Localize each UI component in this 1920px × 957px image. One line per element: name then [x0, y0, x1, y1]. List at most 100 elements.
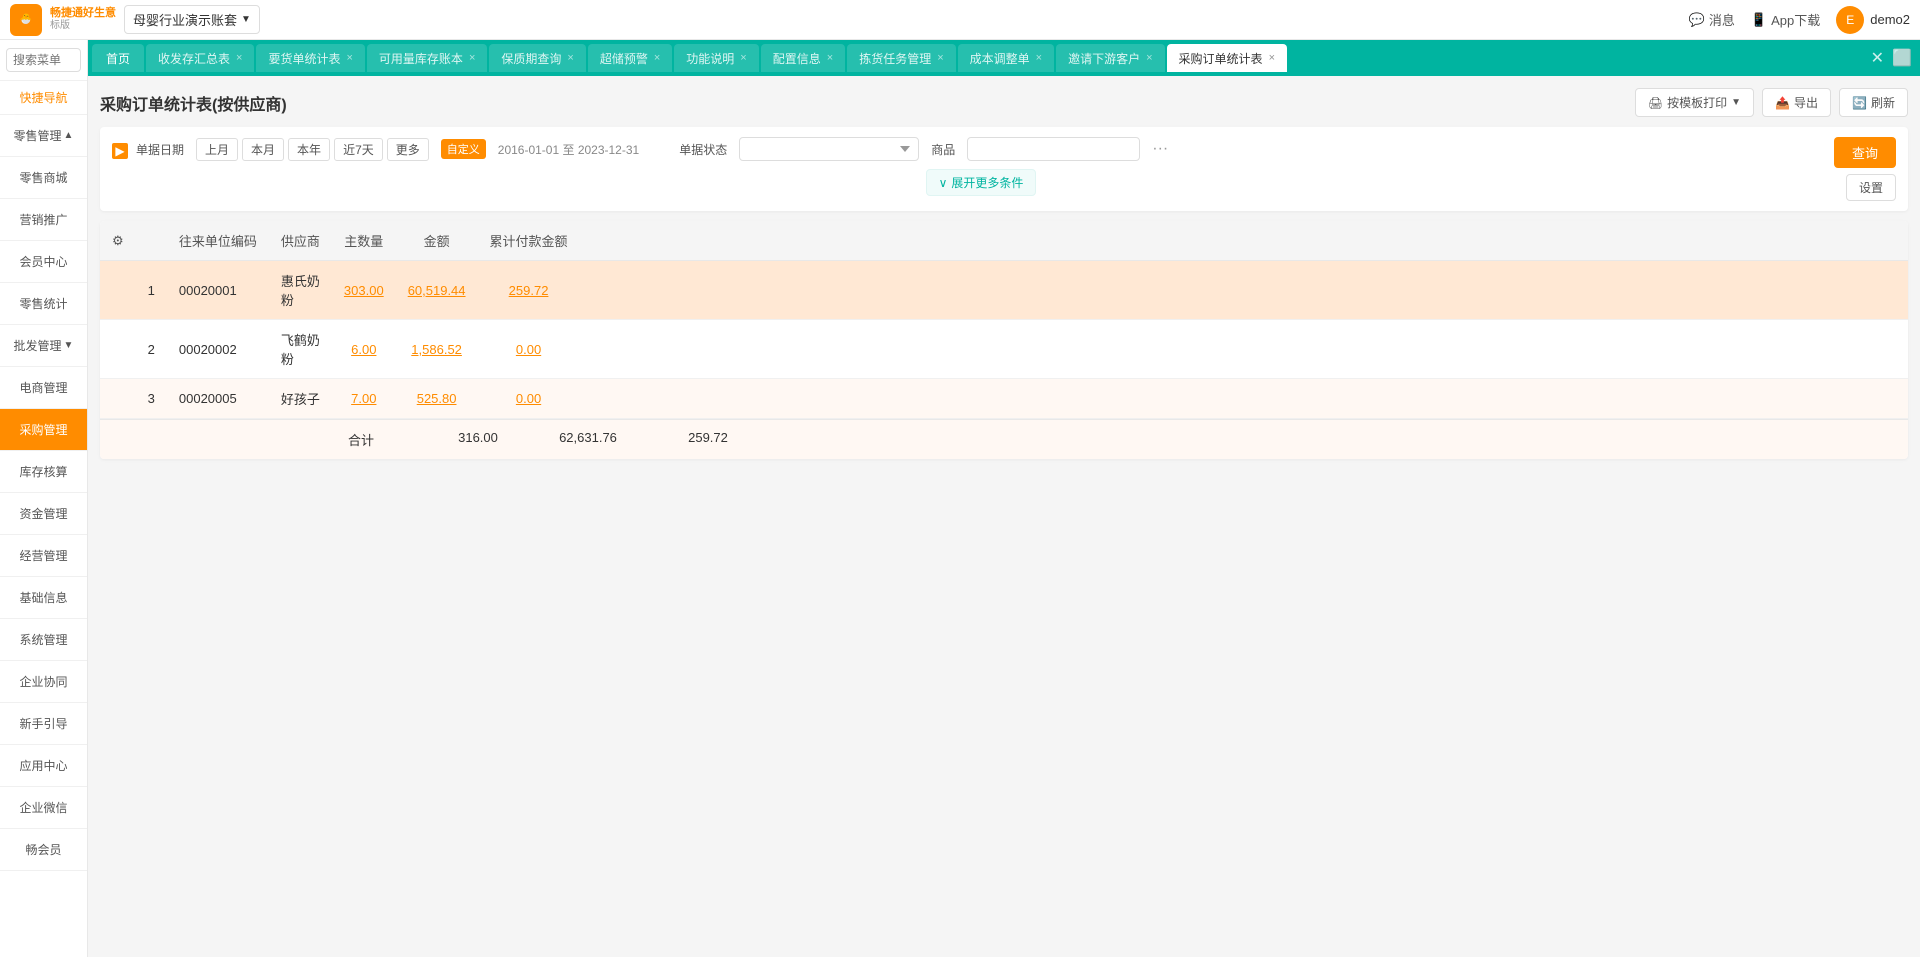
sidebar-item-wechat[interactable]: 企业微信 — [0, 787, 87, 829]
row-partner-code: 00020002 — [167, 320, 269, 379]
summary-paid: 259.72 — [648, 430, 768, 449]
message-button[interactable]: 💬 消息 — [1689, 10, 1735, 29]
tab-close-overstock[interactable]: × — [654, 52, 660, 64]
sidebar-item-app-center[interactable]: 应用中心 — [0, 745, 87, 787]
sidebar-item-newbie[interactable]: 新手引导 — [0, 703, 87, 745]
th-amount: 金额 — [396, 221, 478, 261]
row-index: 2 — [136, 320, 167, 379]
row-gear[interactable] — [100, 379, 136, 419]
sidebar-item-marketing[interactable]: 营销推广 — [0, 199, 87, 241]
sidebar-item-finance[interactable]: 资金管理 — [0, 493, 87, 535]
tab-maximize-button[interactable]: ⬜ — [1892, 48, 1912, 68]
tab-close-goods[interactable]: × — [346, 52, 352, 64]
tab-receipt-summary[interactable]: 收发存汇总表 × — [146, 44, 254, 72]
summary-label: 合计 — [308, 430, 428, 449]
expand-more-button[interactable]: ∨ 展开更多条件 — [926, 169, 1037, 196]
tab-home[interactable]: 首页 — [92, 44, 144, 72]
row-qty: 6.00 — [332, 320, 396, 379]
print-button[interactable]: 🖨 按模板打印 ▼ — [1635, 88, 1754, 117]
tab-close-purchase[interactable]: × — [1269, 52, 1275, 64]
page-title: 采购订单统计表(按供应商) — [100, 91, 287, 115]
row-paid: 0.00 — [478, 320, 580, 379]
row-supplier: 飞鹤奶粉 — [269, 320, 332, 379]
tab-purchase-stats[interactable]: 采购订单统计表 × — [1167, 44, 1287, 72]
expand-icon: ∨ — [939, 176, 948, 190]
row-paid: 0.00 — [478, 379, 580, 419]
sidebar-item-purchase[interactable]: 采购管理 — [0, 409, 87, 451]
th-gear[interactable]: ⚙ — [100, 221, 136, 261]
tab-invite[interactable]: 邀请下游客户 × — [1056, 44, 1164, 72]
industry-selector[interactable]: 母婴行业演示账套 ▼ — [124, 5, 260, 34]
tab-cost-adjust[interactable]: 成本调整单 × — [958, 44, 1054, 72]
user-info[interactable]: E demo2 — [1836, 6, 1910, 34]
refresh-button[interactable]: 🔄 刷新 — [1839, 88, 1908, 117]
tab-close-func[interactable]: × — [740, 52, 746, 64]
goods-input[interactable] — [967, 137, 1140, 161]
shortcut-last-month[interactable]: 上月 — [196, 138, 238, 161]
page-content: 采购订单统计表(按供应商) 🖨 按模板打印 ▼ 📤 导出 🔄 刷新 — [88, 76, 1920, 957]
row-amount: 525.80 — [396, 379, 478, 419]
tab-close-cost[interactable]: × — [1036, 52, 1042, 64]
goods-label: 商品 — [931, 141, 955, 158]
tab-close-receipt[interactable]: × — [236, 52, 242, 64]
tab-overstock[interactable]: 超储预警 × — [588, 44, 672, 72]
app-logo: 🐣 — [10, 4, 42, 36]
sidebar-item-ecommerce[interactable]: 电商管理 — [0, 367, 87, 409]
tab-available-stock[interactable]: 可用量库存账本 × — [367, 44, 487, 72]
sidebar-item-retail-shop[interactable]: 零售商城 — [0, 157, 87, 199]
print-dropdown-icon: ▼ — [1731, 97, 1741, 108]
status-label: 单据状态 — [679, 141, 727, 158]
search-input[interactable] — [6, 48, 81, 72]
shortcut-this-month[interactable]: 本月 — [242, 138, 284, 161]
sidebar-item-inventory[interactable]: 库存核算 — [0, 451, 87, 493]
shortcut-this-year[interactable]: 本年 — [288, 138, 330, 161]
sidebar-item-collab[interactable]: 企业协同 — [0, 661, 87, 703]
row-amount: 1,586.52 — [396, 320, 478, 379]
tab-close-stock[interactable]: × — [469, 52, 475, 64]
query-button[interactable]: 查询 — [1834, 137, 1896, 168]
topbar-left: 🐣 畅捷通好生意 标版 母婴行业演示账套 ▼ — [10, 4, 260, 36]
date-range-display: 2016-01-01 至 2023-12-31 — [498, 141, 639, 158]
topbar-right: 💬 消息 📱 App下载 E demo2 — [1689, 6, 1910, 34]
sidebar-item-retail-stats[interactable]: 零售统计 — [0, 283, 87, 325]
tab-close-invite[interactable]: × — [1146, 52, 1152, 64]
th-extra — [580, 221, 1908, 261]
arrow-icon: ▲ — [64, 130, 74, 141]
quick-nav-item[interactable]: 快捷导航 — [0, 81, 87, 115]
export-button[interactable]: 📤 导出 — [1762, 88, 1831, 117]
tab-shelf-life[interactable]: 保质期查询 × — [489, 44, 585, 72]
sidebar: 快捷导航 零售管理 ▲ 零售商城 营销推广 会员中心 零售统计 批发管理 ▼ 电… — [0, 40, 88, 957]
goods-more-icon[interactable]: ··· — [1152, 140, 1168, 158]
shortcut-more[interactable]: 更多 — [387, 138, 429, 161]
app-download-button[interactable]: 📱 App下载 — [1751, 10, 1820, 29]
row-gear[interactable] — [100, 261, 136, 320]
row-supplier: 惠氏奶粉 — [269, 261, 332, 320]
tab-bar-end: ✕ ⬜ — [1871, 48, 1916, 68]
sidebar-item-base[interactable]: 基础信息 — [0, 577, 87, 619]
tab-close-config[interactable]: × — [827, 52, 833, 64]
filter-content: 单据日期 上月 本月 本年 近7天 更多 自定义 2016-01-01 至 20… — [136, 137, 1826, 196]
sidebar-item-retail[interactable]: 零售管理 ▲ — [0, 115, 87, 157]
tab-function-desc[interactable]: 功能说明 × — [674, 44, 758, 72]
table-row: 2 00020002 飞鹤奶粉 6.00 1,586.52 0.00 — [100, 320, 1908, 379]
sidebar-item-system[interactable]: 系统管理 — [0, 619, 87, 661]
sidebar-item-ops[interactable]: 经营管理 — [0, 535, 87, 577]
collapse-filter-button[interactable]: ▶ — [112, 143, 128, 159]
tab-config[interactable]: 配置信息 × — [761, 44, 845, 72]
shortcut-7days[interactable]: 近7天 — [334, 138, 383, 161]
row-index: 1 — [136, 261, 167, 320]
row-gear[interactable] — [100, 320, 136, 379]
tab-close-all-button[interactable]: ✕ — [1871, 48, 1884, 68]
sidebar-item-wholesale[interactable]: 批发管理 ▼ — [0, 325, 87, 367]
settings-button[interactable]: 设置 — [1846, 174, 1896, 201]
tab-pick-task[interactable]: 拣货任务管理 × — [847, 44, 955, 72]
th-qty: 主数量 — [332, 221, 396, 261]
tab-goods-stats[interactable]: 要货单统计表 × — [256, 44, 364, 72]
tab-close-pick[interactable]: × — [937, 52, 943, 64]
sidebar-item-member[interactable]: 会员中心 — [0, 241, 87, 283]
status-select[interactable] — [739, 137, 919, 161]
retail-label: 零售管理 — [14, 127, 62, 144]
tab-close-shelf[interactable]: × — [567, 52, 573, 64]
sidebar-item-vip[interactable]: 畅会员 — [0, 829, 87, 871]
row-supplier: 好孩子 — [269, 379, 332, 419]
